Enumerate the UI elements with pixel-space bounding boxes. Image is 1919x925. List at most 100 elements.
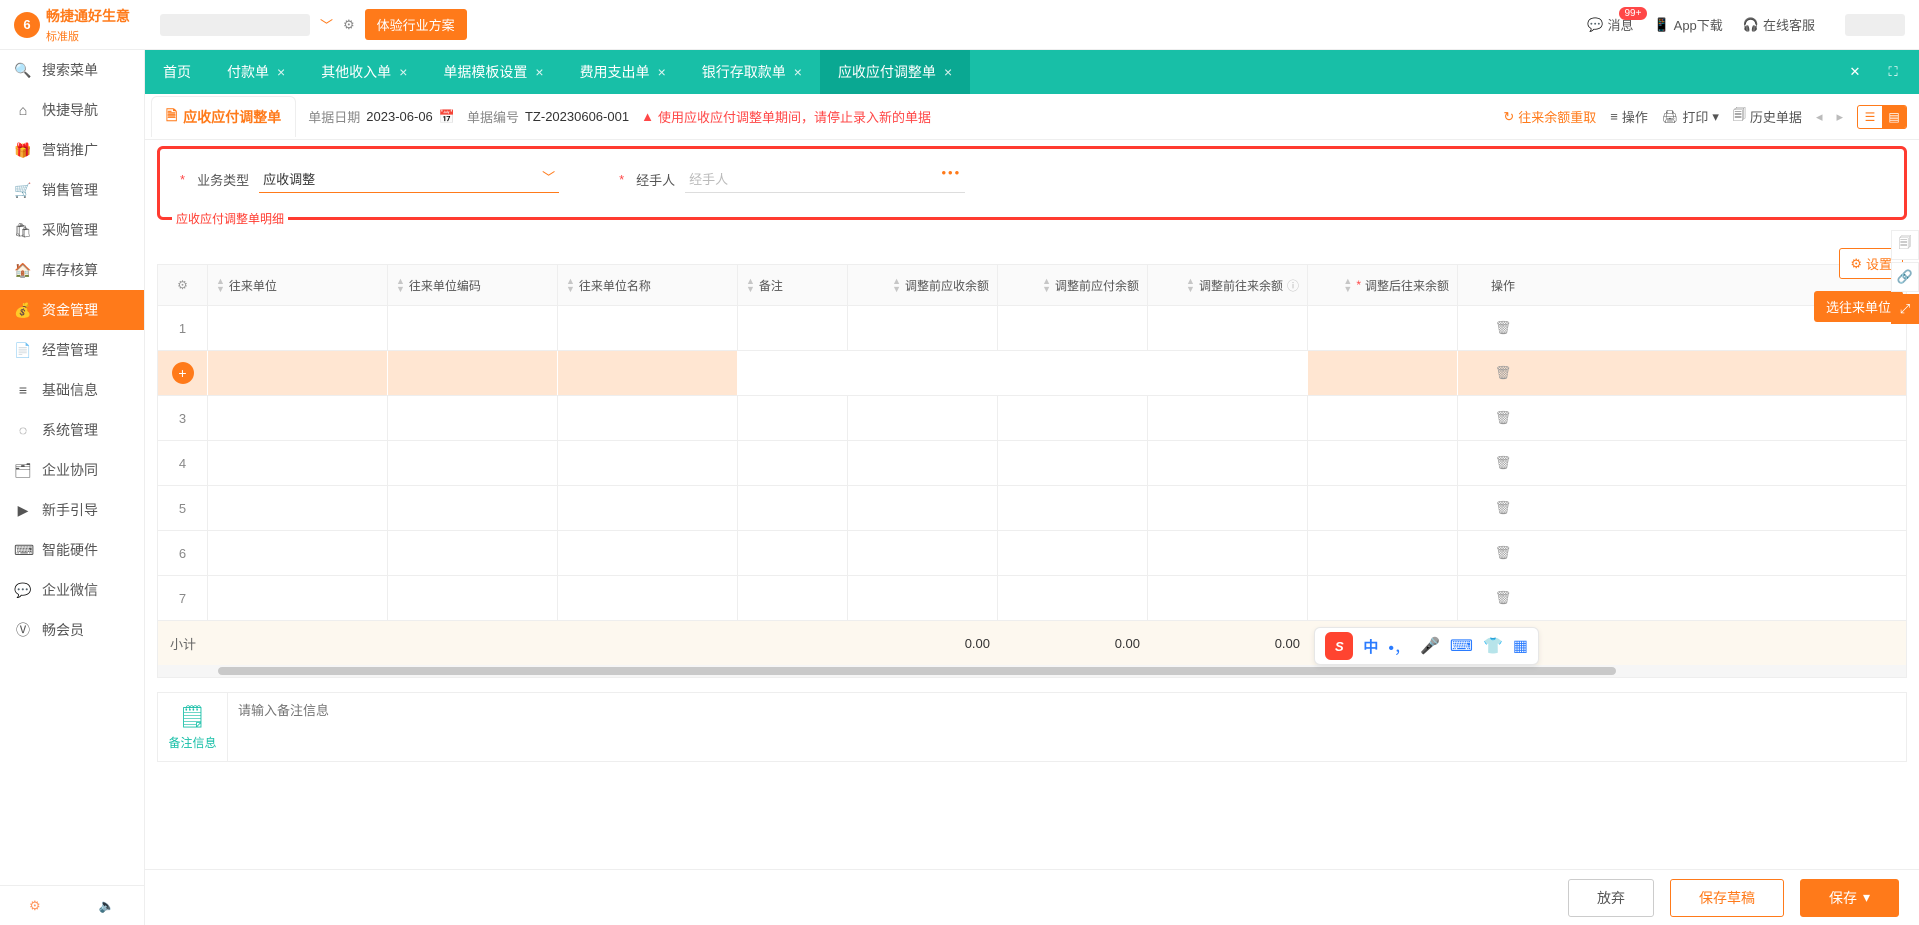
table-cell[interactable] [738,441,848,485]
tab[interactable]: 单据模板设置× [425,50,561,94]
table-cell[interactable] [1148,486,1308,530]
save-draft-button[interactable]: 保存草稿 [1670,879,1784,917]
sidebar-item[interactable]: ▶新手引导 [0,490,144,530]
sidebar-item[interactable]: ⌨智能硬件 [0,530,144,570]
table-cell[interactable] [558,306,738,350]
gear-column-header[interactable]: ⚙ [158,265,208,305]
view-card-button[interactable]: ▤ [1882,106,1906,128]
app-download-button[interactable]: 📱 App下载 [1653,15,1722,34]
table-cell[interactable] [388,531,558,575]
table-cell[interactable] [848,576,998,620]
table-cell[interactable] [848,441,998,485]
sidebar-item[interactable]: 🛍采购管理 [0,210,144,250]
rail-note-button[interactable]: 🗐 [1891,230,1919,260]
tab[interactable]: 付款单× [209,50,303,94]
table-cell[interactable] [558,531,738,575]
sidebar-item[interactable]: Ⓥ畅会员 [0,610,144,650]
table-cell[interactable] [1148,576,1308,620]
handler-field[interactable]: * 经手人 经手人 ••• [619,165,965,193]
table-cell[interactable] [738,486,848,530]
sidebar-item[interactable]: 💰资金管理 [0,290,144,330]
table-cell[interactable] [208,486,388,530]
tab[interactable]: 应收应付调整单× [820,50,970,94]
horizontal-scrollbar[interactable] [158,665,1906,677]
sidebar-item[interactable]: 📄经营管理 [0,330,144,370]
business-type-field[interactable]: * 业务类型 应收调整 ﹀ [180,165,559,193]
table-cell[interactable] [208,576,388,620]
info-icon[interactable]: ⓘ [1287,277,1299,294]
table-cell[interactable] [1308,396,1458,440]
close-icon[interactable]: × [944,64,952,80]
table-row[interactable]: +🗑 [158,351,1906,396]
delete-row-button[interactable]: 🗑 [1458,531,1548,575]
table-cell[interactable] [848,486,998,530]
table-cell[interactable] [848,531,998,575]
close-icon[interactable]: × [399,64,407,80]
fullscreen-button[interactable]: ⛶ [1879,58,1907,86]
sidebar-item[interactable]: 🗂企业协同 [0,450,144,490]
table-cell[interactable] [208,306,388,350]
table-cell[interactable] [1308,351,1458,395]
sound-icon[interactable]: 🔈 [99,898,115,914]
try-solution-button[interactable]: 体验行业方案 [365,9,467,40]
ime-shirt-icon[interactable]: 👕 [1483,636,1503,656]
history-dropdown[interactable]: 🗐 历史单据 [1733,106,1802,128]
table-row[interactable]: 1🗑 [158,306,1906,351]
save-button[interactable]: 保存 ▾ [1800,879,1899,917]
table-cell[interactable] [848,351,998,395]
table-cell[interactable] [388,441,558,485]
rail-expand-button[interactable]: ⤢ [1891,294,1919,324]
close-icon[interactable]: × [535,64,543,80]
sidebar-item[interactable]: ◌系统管理 [0,410,144,450]
col-remark[interactable]: ▲▼备注 [738,265,848,305]
view-list-button[interactable]: ☰ [1858,106,1882,128]
table-cell[interactable] [208,351,388,395]
document-date[interactable]: 单据日期 2023-06-06 📅 [308,107,455,126]
table-cell[interactable] [558,351,738,395]
delete-row-button[interactable]: 🗑 [1458,396,1548,440]
ime-punct-icon[interactable]: •， [1388,634,1410,658]
col-unit-code[interactable]: ▲▼往来单位编码 [388,265,558,305]
rail-attach-button[interactable]: 🔗 [1891,262,1919,292]
tab[interactable]: 首页 [145,50,209,94]
tab[interactable]: 银行存取款单× [684,50,820,94]
table-cell[interactable] [1308,486,1458,530]
table-cell[interactable] [998,531,1148,575]
delete-row-button[interactable]: 🗑 [1458,441,1548,485]
col-post-bal[interactable]: ▲▼*调整后往来余额 [1308,265,1458,305]
tab-close-all-button[interactable]: ✕ [1841,58,1869,86]
sidebar-item[interactable]: 💬企业微信 [0,570,144,610]
tab[interactable]: 费用支出单× [562,50,684,94]
add-row-button[interactable]: + [158,351,208,395]
ime-grid-icon[interactable]: ▦ [1513,636,1528,656]
print-dropdown[interactable]: 🖨 打印 ▾ [1662,107,1719,126]
online-support-button[interactable]: 🎧 在线客服 [1743,15,1815,34]
delete-row-button[interactable]: 🗑 [1458,576,1548,620]
prev-icon[interactable]: ◂ [1816,109,1823,125]
col-pre-pay[interactable]: ▲▼调整前应付余额 [998,265,1148,305]
ime-toolbar[interactable]: S 中 •， 🎤 ⌨ 👕 ▦ [1314,627,1539,665]
ime-mic-icon[interactable]: 🎤 [1420,636,1440,656]
table-cell[interactable] [208,531,388,575]
table-cell[interactable] [1308,306,1458,350]
rebalance-link[interactable]: ↻ 往来余额重取 [1503,107,1596,126]
avatar[interactable] [1845,14,1905,36]
handler-input[interactable]: 经手人 ••• [685,165,965,193]
table-cell[interactable] [738,306,848,350]
table-cell[interactable] [1148,396,1308,440]
table-cell[interactable] [1308,531,1458,575]
select-unit-button[interactable]: 选往来单位 [1814,291,1903,322]
table-row[interactable]: 4🗑 [158,441,1906,486]
table-cell[interactable] [998,576,1148,620]
business-type-select[interactable]: 应收调整 ﹀ [259,165,559,193]
table-cell[interactable] [738,396,848,440]
table-cell[interactable] [208,396,388,440]
org-selector[interactable]: ﹀ ⚙ 体验行业方案 [160,9,467,40]
table-cell[interactable] [998,306,1148,350]
table-cell[interactable] [558,576,738,620]
document-title-tab[interactable]: 🗎 应收应付调整单 [151,96,296,137]
table-row[interactable]: 7🗑 [158,576,1906,621]
sidebar-item[interactable]: 🎁营销推广 [0,130,144,170]
table-cell[interactable] [558,486,738,530]
table-cell[interactable] [388,576,558,620]
